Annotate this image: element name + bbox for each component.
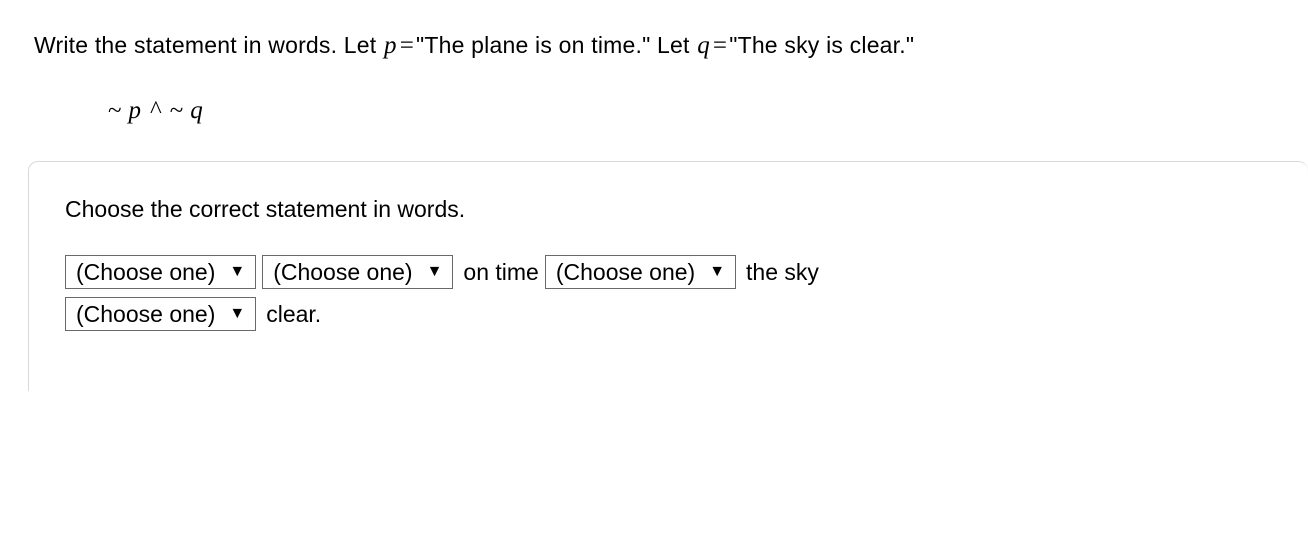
chevron-down-icon: ▼ (709, 264, 725, 280)
not-operator-1: ~ (108, 97, 128, 124)
chevron-down-icon: ▼ (229, 264, 245, 280)
chevron-down-icon: ▼ (229, 306, 245, 322)
expr-q: q (189, 97, 204, 124)
dropdown-2-label: (Choose one) (273, 261, 412, 284)
and-operator: ^ (142, 97, 170, 124)
text-the-sky: the sky (742, 261, 825, 284)
dropdown-1[interactable]: (Choose one) ▼ (65, 255, 256, 289)
expr-p: p (128, 97, 143, 124)
dropdown-2[interactable]: (Choose one) ▼ (262, 255, 453, 289)
equals-2: = (711, 32, 729, 59)
dropdown-1-label: (Choose one) (76, 261, 215, 284)
logic-expression: ~p^~q (108, 96, 1274, 125)
dropdown-4[interactable]: (Choose one) ▼ (65, 297, 256, 331)
problem-prompt: Write the statement in words. Let p="The… (34, 28, 1274, 64)
text-clear: clear. (262, 303, 327, 326)
var-q: q (696, 32, 711, 59)
var-p: p (383, 32, 398, 59)
equals-1: = (398, 32, 416, 59)
q-definition: "The sky is clear." (729, 32, 914, 58)
dropdown-4-label: (Choose one) (76, 303, 215, 326)
dropdown-3-label: (Choose one) (556, 261, 695, 284)
page-root: Write the statement in words. Let p="The… (0, 0, 1308, 391)
p-definition: "The plane is on time." Let (416, 32, 696, 58)
chevron-down-icon: ▼ (427, 264, 443, 280)
not-operator-2: ~ (170, 97, 190, 124)
answer-line: (Choose one) ▼ (Choose one) ▼ on time (C… (65, 251, 1272, 335)
answer-panel: Choose the correct statement in words. (… (28, 161, 1308, 391)
dropdown-3[interactable]: (Choose one) ▼ (545, 255, 736, 289)
text-on-time: on time (459, 261, 544, 284)
panel-heading: Choose the correct statement in words. (65, 196, 1272, 223)
prompt-text-1: Write the statement in words. Let (34, 32, 383, 58)
